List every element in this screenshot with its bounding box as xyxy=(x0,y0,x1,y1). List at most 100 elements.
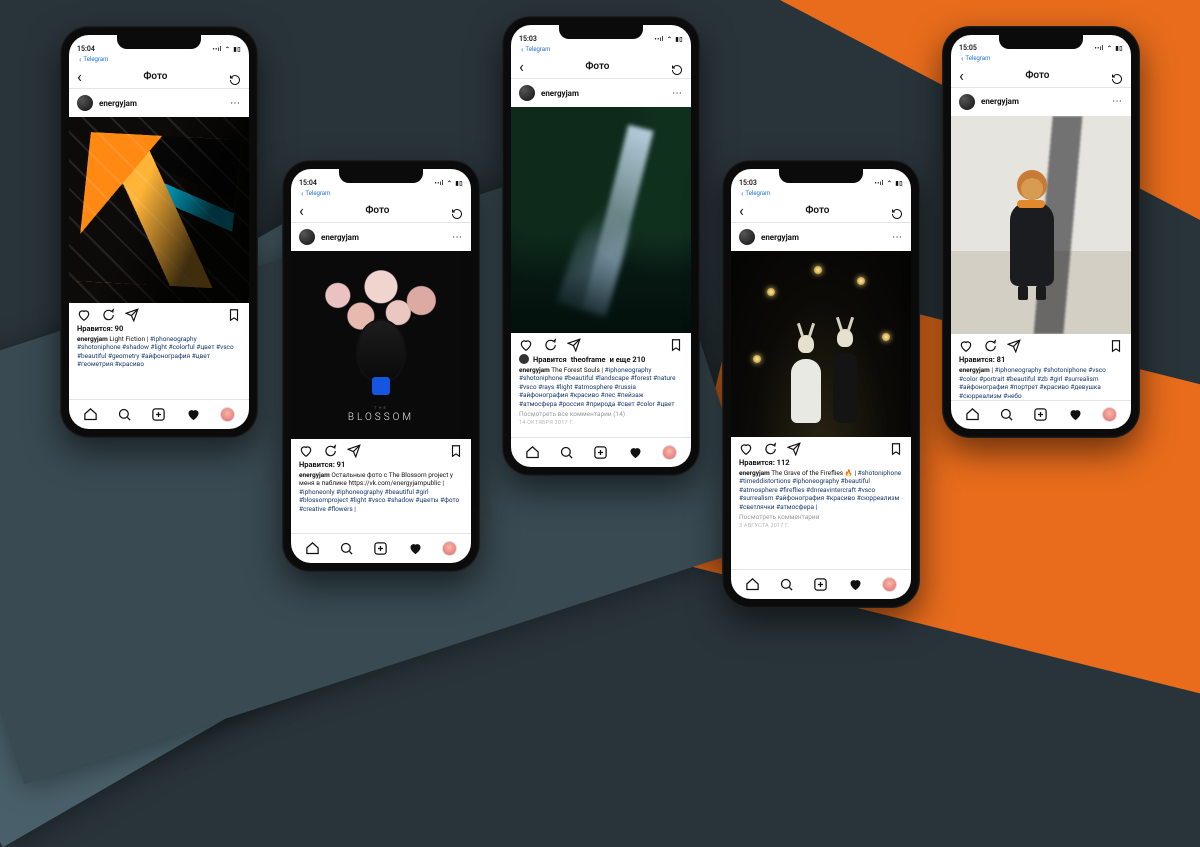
refresh-button[interactable] xyxy=(891,205,903,217)
battery-icon: ▮▯ xyxy=(455,180,463,187)
post-image[interactable] xyxy=(951,116,1131,335)
battery-icon: ▮▯ xyxy=(1115,45,1123,52)
more-options-button[interactable]: ⋯ xyxy=(892,232,903,243)
like-button[interactable] xyxy=(77,308,91,322)
username[interactable]: energyjam xyxy=(541,89,579,98)
activity-tab[interactable] xyxy=(186,407,201,422)
new-post-tab[interactable] xyxy=(813,577,828,592)
more-options-button[interactable]: ⋯ xyxy=(452,232,463,243)
avatar[interactable] xyxy=(299,229,315,245)
post-image[interactable] xyxy=(731,251,911,437)
share-button[interactable] xyxy=(347,444,361,458)
likes-count[interactable]: Нравится: 90 xyxy=(69,324,249,333)
avatar[interactable] xyxy=(77,95,93,111)
post-header: energyjam ⋯ xyxy=(291,223,471,251)
back-button[interactable]: ‹ xyxy=(959,68,964,84)
page-title: Фото xyxy=(805,205,829,216)
search-tab[interactable] xyxy=(999,407,1014,422)
post-image[interactable] xyxy=(69,117,249,303)
activity-tab[interactable] xyxy=(848,577,863,592)
bookmark-button[interactable] xyxy=(889,442,903,456)
phone-mockup: 15:03 ••ıl⌃▮▯ Telegram ‹ Фото energyjam … xyxy=(502,16,700,476)
bookmark-button[interactable] xyxy=(449,444,463,458)
profile-tab[interactable] xyxy=(882,577,897,592)
share-button[interactable] xyxy=(787,442,801,456)
back-to-app[interactable]: Telegram xyxy=(511,43,691,55)
home-tab[interactable] xyxy=(305,541,320,556)
post-image[interactable] xyxy=(511,107,691,333)
username[interactable]: energyjam xyxy=(761,233,799,242)
post-image[interactable]: THEBLOSSOM xyxy=(291,251,471,439)
likes-count[interactable]: Нравится: 91 xyxy=(291,460,471,469)
comment-button[interactable] xyxy=(983,339,997,353)
new-post-tab[interactable] xyxy=(1033,407,1048,422)
bookmark-button[interactable] xyxy=(669,338,683,352)
more-options-button[interactable]: ⋯ xyxy=(672,88,683,99)
bookmark-button[interactable] xyxy=(227,308,241,322)
like-button[interactable] xyxy=(519,338,533,352)
home-tab[interactable] xyxy=(745,577,760,592)
back-to-app[interactable]: Telegram xyxy=(951,52,1131,64)
username[interactable]: energyjam xyxy=(981,97,1019,106)
caption: energyjam Light Fiction | #iphoneography… xyxy=(69,333,249,369)
like-button[interactable] xyxy=(739,442,753,456)
new-post-tab[interactable] xyxy=(373,541,388,556)
refresh-button[interactable] xyxy=(1111,70,1123,82)
username[interactable]: energyjam xyxy=(99,99,137,108)
profile-tab[interactable] xyxy=(220,407,235,422)
home-tab[interactable] xyxy=(83,407,98,422)
comment-button[interactable] xyxy=(101,308,115,322)
post-header: energyjam ⋯ xyxy=(69,89,249,117)
username[interactable]: energyjam xyxy=(321,233,359,242)
activity-tab[interactable] xyxy=(1068,407,1083,422)
comment-button[interactable] xyxy=(323,444,337,458)
refresh-button[interactable] xyxy=(229,71,241,83)
more-options-button[interactable]: ⋯ xyxy=(230,98,241,109)
more-options-button[interactable]: ⋯ xyxy=(1112,96,1123,107)
back-to-app[interactable]: Telegram xyxy=(291,187,471,199)
back-button[interactable]: ‹ xyxy=(77,69,82,85)
profile-tab[interactable] xyxy=(442,541,457,556)
activity-tab[interactable] xyxy=(628,445,643,460)
avatar[interactable] xyxy=(519,85,535,101)
profile-tab[interactable] xyxy=(662,445,677,460)
nav-bar: ‹ Фото xyxy=(69,65,249,89)
avatar[interactable] xyxy=(959,94,975,110)
refresh-button[interactable] xyxy=(671,61,683,73)
refresh-button[interactable] xyxy=(451,205,463,217)
new-post-tab[interactable] xyxy=(593,445,608,460)
activity-tab[interactable] xyxy=(408,541,423,556)
likes-count[interactable]: Нравится theoframe и еще 210 xyxy=(511,354,691,364)
view-comments[interactable]: Посмотреть комментарии xyxy=(731,511,911,521)
bookmark-button[interactable] xyxy=(1109,339,1123,353)
home-tab[interactable] xyxy=(965,407,980,422)
back-button[interactable]: ‹ xyxy=(739,203,744,219)
page-title: Фото xyxy=(143,71,167,82)
home-tab[interactable] xyxy=(525,445,540,460)
comment-button[interactable] xyxy=(763,442,777,456)
likes-count[interactable]: Нравится: 112 xyxy=(731,458,911,467)
share-button[interactable] xyxy=(125,308,139,322)
search-tab[interactable] xyxy=(559,445,574,460)
profile-tab[interactable] xyxy=(1102,407,1117,422)
back-button[interactable]: ‹ xyxy=(299,203,304,219)
view-comments[interactable]: Посмотреть все комментарии (14) xyxy=(511,408,691,418)
caption: energyjam Остальные фото с The Blossom p… xyxy=(291,469,471,513)
back-to-app[interactable]: Telegram xyxy=(69,53,249,65)
share-button[interactable] xyxy=(567,338,581,352)
tab-bar xyxy=(731,569,911,599)
avatar[interactable] xyxy=(739,229,755,245)
likes-count[interactable]: Нравится: 81 xyxy=(951,355,1131,364)
comment-button[interactable] xyxy=(543,338,557,352)
search-tab[interactable] xyxy=(779,577,794,592)
search-tab[interactable] xyxy=(339,541,354,556)
new-post-tab[interactable] xyxy=(151,407,166,422)
post-header: energyjam ⋯ xyxy=(511,79,691,107)
back-to-app[interactable]: Telegram xyxy=(731,187,911,199)
share-button[interactable] xyxy=(1007,339,1021,353)
search-tab[interactable] xyxy=(117,407,132,422)
like-button[interactable] xyxy=(299,444,313,458)
back-button[interactable]: ‹ xyxy=(519,59,524,75)
like-button[interactable] xyxy=(959,339,973,353)
instagram-screen: 15:03 ••ıl⌃▮▯ Telegram ‹ Фото energyjam … xyxy=(731,169,911,599)
